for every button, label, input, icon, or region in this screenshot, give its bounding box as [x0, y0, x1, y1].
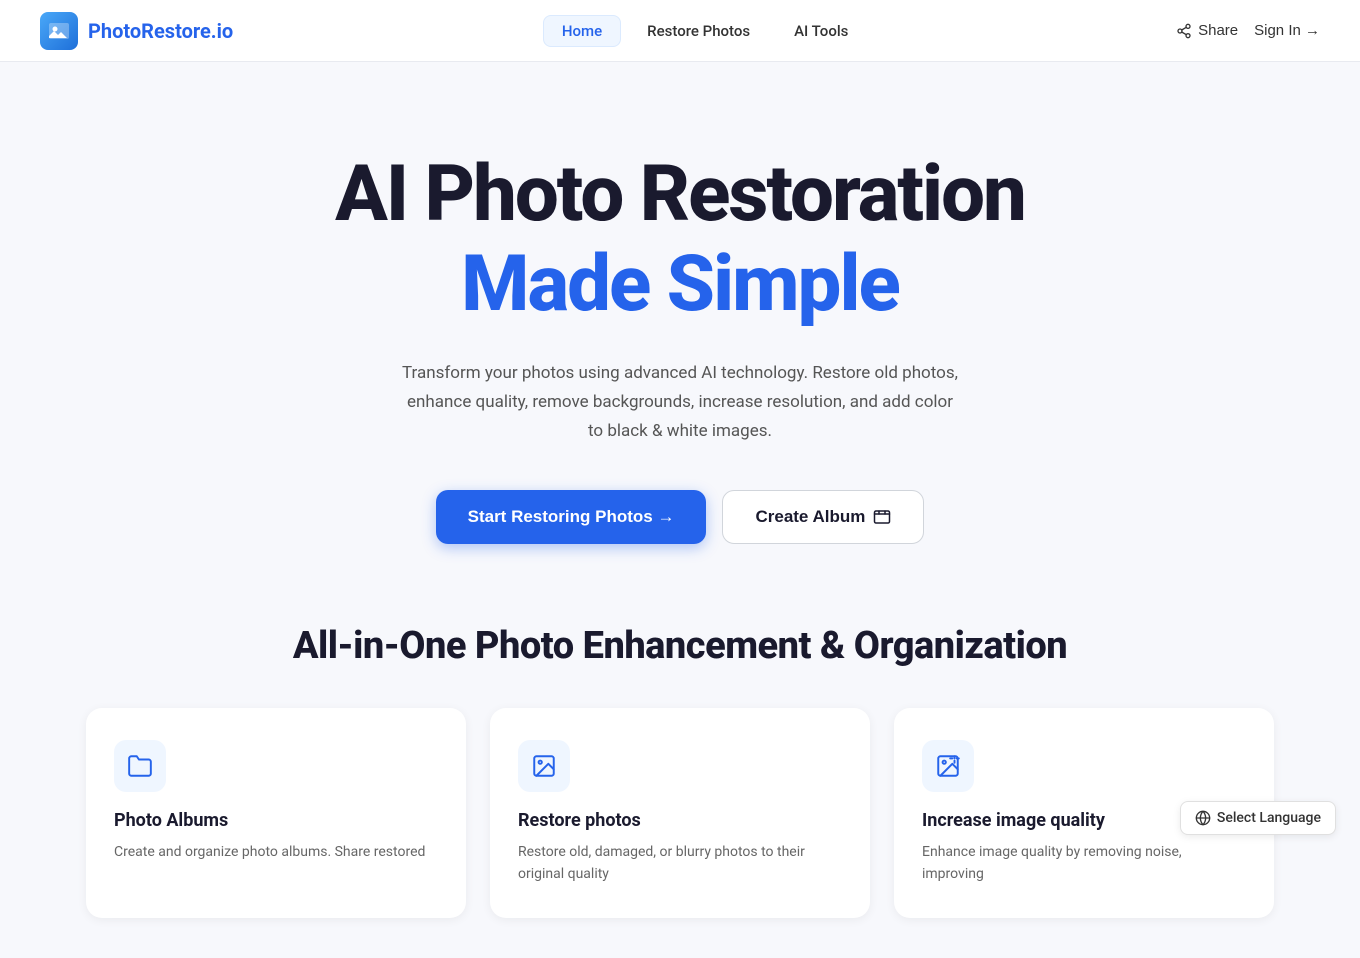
- hero-subtitle: Transform your photos using advanced AI …: [400, 359, 960, 446]
- language-selector[interactable]: Select Language: [1180, 801, 1336, 835]
- card-icon-wrap-albums: [114, 740, 166, 792]
- sign-in-label: Sign In →: [1254, 22, 1320, 39]
- share-icon: [1176, 23, 1192, 39]
- start-restoring-button[interactable]: Start Restoring Photos →: [436, 490, 707, 544]
- hero-buttons: Start Restoring Photos → Create Album: [40, 490, 1320, 544]
- image-icon: [531, 753, 557, 779]
- share-button[interactable]: Share: [1176, 22, 1238, 39]
- create-album-button[interactable]: Create Album: [722, 490, 924, 544]
- card-title-albums: Photo Albums: [114, 810, 438, 831]
- language-label: Select Language: [1217, 810, 1321, 826]
- hero-title-line2: Made Simple: [40, 238, 1320, 332]
- features-title: All-in-One Photo Enhancement & Organizat…: [0, 624, 1360, 668]
- card-title-restore: Restore photos: [518, 810, 842, 831]
- album-icon: [873, 508, 891, 526]
- nav-right: Share Sign In →: [1176, 22, 1320, 39]
- card-desc-albums: Create and organize photo albums. Share …: [114, 841, 438, 863]
- card-icon-wrap-quality: [922, 740, 974, 792]
- nav-links: Home Restore Photos AI Tools: [543, 15, 866, 47]
- nav-link-restore[interactable]: Restore Photos: [629, 16, 768, 46]
- sign-in-button[interactable]: Sign In →: [1254, 22, 1320, 39]
- card-restore-photos: Restore photos Restore old, damaged, or …: [490, 708, 870, 918]
- share-label: Share: [1198, 22, 1238, 39]
- sparkle-image-icon: [935, 753, 961, 779]
- logo-icon: [40, 12, 78, 50]
- logo-text: PhotoRestore.io: [88, 19, 233, 43]
- features-cards: Photo Albums Create and organize photo a…: [0, 708, 1360, 958]
- card-desc-restore: Restore old, damaged, or blurry photos t…: [518, 841, 842, 886]
- card-icon-wrap-restore: [518, 740, 570, 792]
- hero-section: AI Photo Restoration Made Simple Transfo…: [0, 62, 1360, 604]
- create-album-label: Create Album: [755, 507, 865, 527]
- hero-title-line1: AI Photo Restoration: [40, 152, 1320, 238]
- logo[interactable]: PhotoRestore.io: [40, 12, 233, 50]
- features-section: All-in-One Photo Enhancement & Organizat…: [0, 624, 1360, 958]
- folder-icon: [127, 753, 153, 779]
- globe-icon: [1195, 810, 1211, 826]
- nav-link-aitools[interactable]: AI Tools: [776, 16, 866, 46]
- start-restoring-label: Start Restoring Photos →: [468, 507, 675, 527]
- card-photo-albums: Photo Albums Create and organize photo a…: [86, 708, 466, 918]
- card-desc-quality: Enhance image quality by removing noise,…: [922, 841, 1246, 886]
- navbar: PhotoRestore.io Home Restore Photos AI T…: [0, 0, 1360, 62]
- nav-link-home[interactable]: Home: [543, 15, 621, 47]
